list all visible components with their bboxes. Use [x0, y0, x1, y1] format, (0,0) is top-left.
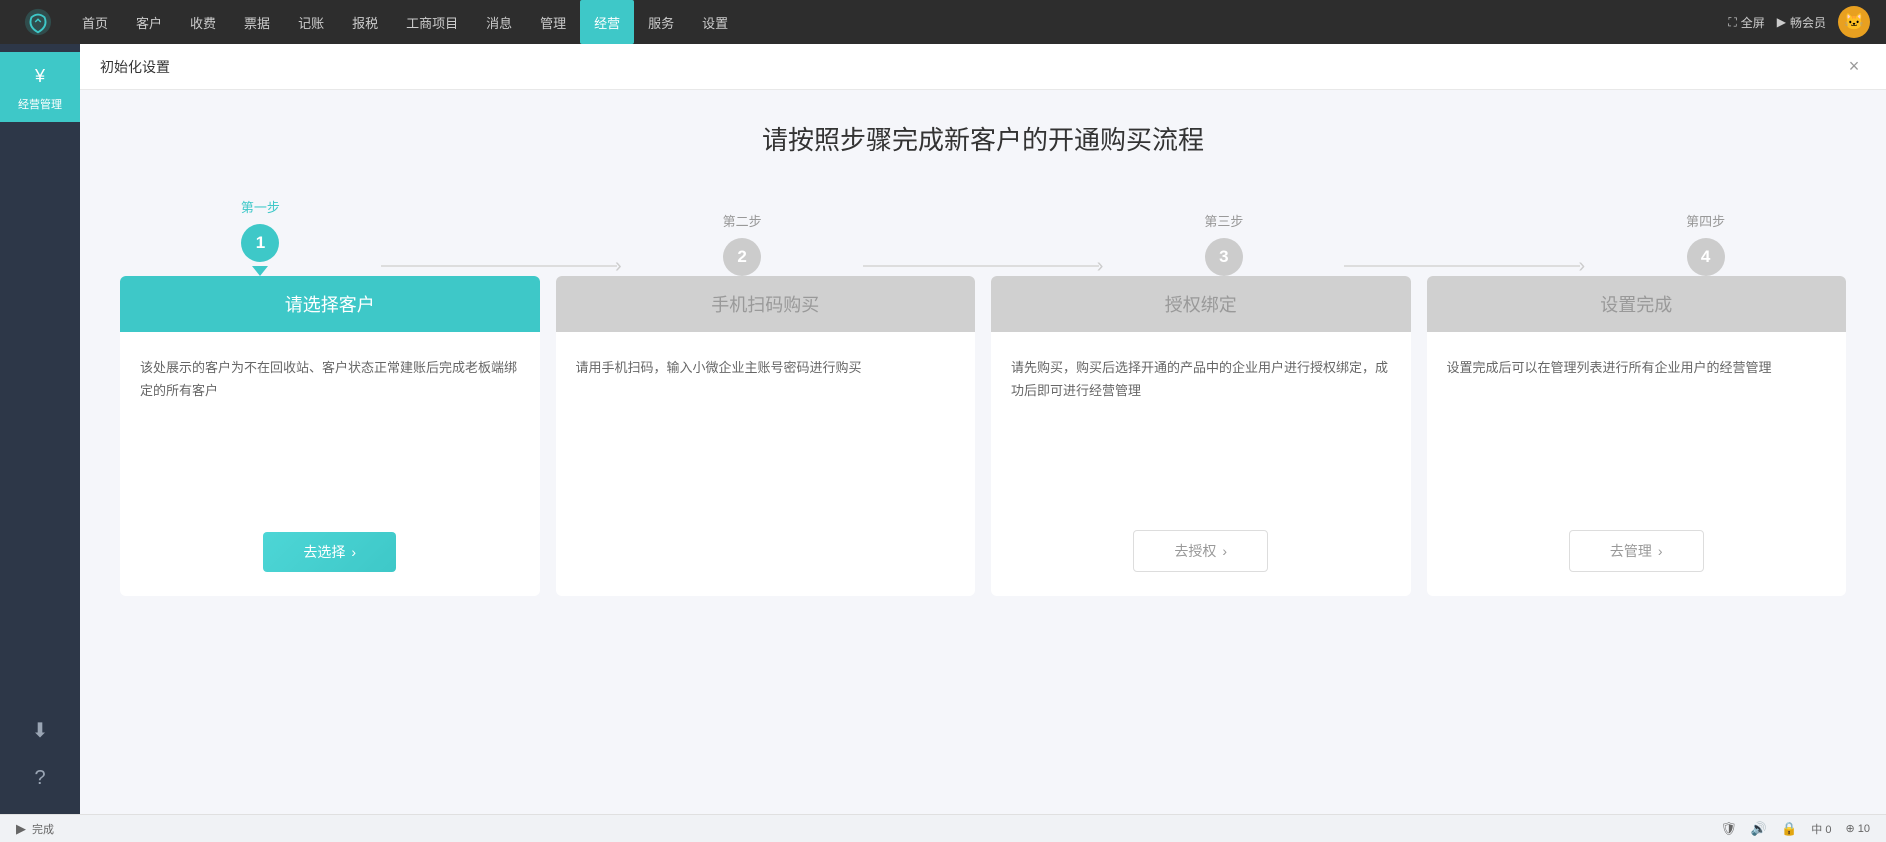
- nav-item-account[interactable]: 记账: [284, 0, 338, 44]
- step-2-wrapper: 第二步 2: [622, 211, 863, 276]
- nav-item-industry[interactable]: 工商项目: [392, 0, 472, 44]
- close-button[interactable]: ×: [1842, 55, 1866, 79]
- sidebar: ¥ 经营管理 ⬇ ?: [0, 44, 80, 814]
- connector-3-4: ›: [1344, 222, 1585, 276]
- card-2-header: 手机扫码购买: [556, 276, 976, 332]
- main-layout: ¥ 经营管理 ⬇ ? 初始化设置 × 请按照步骤完成新客户的开通购买流程 第一步: [0, 44, 1886, 814]
- step-3-wrapper: 第三步 3: [1103, 211, 1344, 276]
- step-1-pointer: [252, 266, 268, 276]
- go-select-button[interactable]: 去选择 ›: [263, 532, 396, 572]
- play-status-icon: ▶: [16, 821, 26, 837]
- step-3-label: 第三步: [1204, 211, 1243, 230]
- volume-status-icon: 🔊: [1751, 821, 1767, 837]
- step-3-circle: 3: [1205, 238, 1243, 276]
- step-4-label: 第四步: [1686, 211, 1725, 230]
- card-2-body: 请用手机扫码，输入小微企业主账号密码进行购买: [556, 332, 976, 556]
- user-avatar[interactable]: 🐱: [1838, 6, 1870, 38]
- cards-row: 请选择客户 该处展示的客户为不在回收站、客户状态正常建账后完成老板端绑定的所有客…: [120, 276, 1846, 596]
- status-bar-right: 🛡 🔊 🔒 中 0 ⊕ 10: [1720, 821, 1870, 837]
- step-1-circle: 1: [241, 224, 279, 262]
- member-button[interactable]: ▶ 畅会员: [1777, 14, 1826, 31]
- top-navigation: 首页 客户 收费 票据 记账 报税 工商项目 消息 管理 经营 服务 设置 ⛶ …: [0, 0, 1886, 44]
- download-icon[interactable]: ⬇: [20, 710, 60, 750]
- zoom-indicator: ⊕ 10: [1845, 822, 1870, 835]
- connector-1-2: ›: [381, 222, 622, 276]
- page-title: 初始化设置: [100, 57, 170, 77]
- status-bar: ▶ 完成 🛡 🔊 🔒 中 0 ⊕ 10: [0, 814, 1886, 842]
- card-1-footer: 去选择 ›: [120, 516, 540, 596]
- card-4-footer: 去管理 ›: [1427, 514, 1847, 596]
- go-manage-button[interactable]: 去管理 ›: [1569, 530, 1704, 572]
- go-authorize-arrow: ›: [1222, 543, 1227, 559]
- step-2-label: 第二步: [723, 211, 762, 230]
- go-authorize-button[interactable]: 去授权 ›: [1133, 530, 1268, 572]
- nav-item-customer[interactable]: 客户: [122, 0, 176, 44]
- step-4-circle: 4: [1687, 238, 1725, 276]
- card-1: 请选择客户 该处展示的客户为不在回收站、客户状态正常建账后完成老板端绑定的所有客…: [120, 276, 540, 596]
- arrow-2-3: ›: [1097, 256, 1104, 276]
- nav-logo: [16, 8, 60, 36]
- nav-item-settings[interactable]: 设置: [688, 0, 742, 44]
- wizard-title: 请按照步骤完成新客户的开通购买流程: [120, 120, 1846, 157]
- card-3-footer: 去授权 ›: [991, 514, 1411, 596]
- connector-2-3: ›: [863, 222, 1104, 276]
- operation-icon: ¥: [26, 62, 54, 90]
- nav-item-tax[interactable]: 报税: [338, 0, 392, 44]
- lang-indicator: 中 0: [1811, 821, 1831, 837]
- card-1-header: 请选择客户: [120, 276, 540, 332]
- card-1-body: 该处展示的客户为不在回收站、客户状态正常建账后完成老板端绑定的所有客户: [120, 332, 540, 516]
- nav-item-service[interactable]: 服务: [634, 0, 688, 44]
- go-manage-arrow: ›: [1658, 543, 1663, 559]
- sidebar-bottom: ⬇ ?: [20, 710, 60, 798]
- card-3: 授权绑定 请先购买，购买后选择开通的产品中的企业用户进行授权绑定，成功后即可进行…: [991, 276, 1411, 596]
- status-text: 完成: [32, 821, 54, 837]
- step-2-circle: 2: [723, 238, 761, 276]
- card-3-header: 授权绑定: [991, 276, 1411, 332]
- card-4-header: 设置完成: [1427, 276, 1847, 332]
- sidebar-item-operation[interactable]: ¥ 经营管理: [0, 52, 80, 122]
- line-2-3: [863, 265, 1099, 267]
- nav-items: 首页 客户 收费 票据 记账 报税 工商项目 消息 管理 经营 服务 设置: [68, 0, 1728, 44]
- help-icon[interactable]: ?: [20, 758, 60, 798]
- step-1-label: 第一步: [241, 197, 280, 216]
- fullscreen-icon: ⛶: [1728, 15, 1736, 30]
- shield-status-icon: 🛡: [1720, 821, 1737, 837]
- fullscreen-button[interactable]: ⛶ 全屏: [1728, 14, 1764, 31]
- nav-item-home[interactable]: 首页: [68, 0, 122, 44]
- nav-item-message[interactable]: 消息: [472, 0, 526, 44]
- nav-item-fee[interactable]: 收费: [176, 0, 230, 44]
- page-content: 请按照步骤完成新客户的开通购买流程 第一步 1 ›: [80, 90, 1886, 814]
- nav-right: ⛶ 全屏 ▶ 畅会员 🐱: [1728, 6, 1870, 38]
- card-2: 手机扫码购买 请用手机扫码，输入小微企业主账号密码进行购买: [556, 276, 976, 596]
- nav-item-operation[interactable]: 经营: [580, 0, 634, 44]
- nav-item-bill[interactable]: 票据: [230, 0, 284, 44]
- line-1-2: [381, 265, 617, 267]
- nav-item-manage[interactable]: 管理: [526, 0, 580, 44]
- arrow-1-2: ›: [615, 256, 622, 276]
- content-area: 初始化设置 × 请按照步骤完成新客户的开通购买流程 第一步 1: [80, 44, 1886, 814]
- card-3-body: 请先购买，购买后选择开通的产品中的企业用户进行授权绑定，成功后即可进行经营管理: [991, 332, 1411, 514]
- card-4-body: 设置完成后可以在管理列表进行所有企业用户的经营管理: [1427, 332, 1847, 514]
- arrow-3-4: ›: [1578, 256, 1585, 276]
- status-bar-left: ▶ 完成: [16, 821, 54, 837]
- page-header: 初始化设置 ×: [80, 44, 1886, 90]
- lock-status-icon: 🔒: [1781, 821, 1797, 837]
- play-icon: ▶: [1777, 15, 1786, 29]
- card-2-footer: [556, 556, 976, 596]
- card-4: 设置完成 设置完成后可以在管理列表进行所有企业用户的经营管理 去管理 ›: [1427, 276, 1847, 596]
- step-4-wrapper: 第四步 4: [1585, 211, 1826, 276]
- step-1-wrapper: 第一步 1: [140, 197, 381, 276]
- go-select-arrow: ›: [351, 544, 356, 560]
- line-3-4: [1344, 265, 1580, 267]
